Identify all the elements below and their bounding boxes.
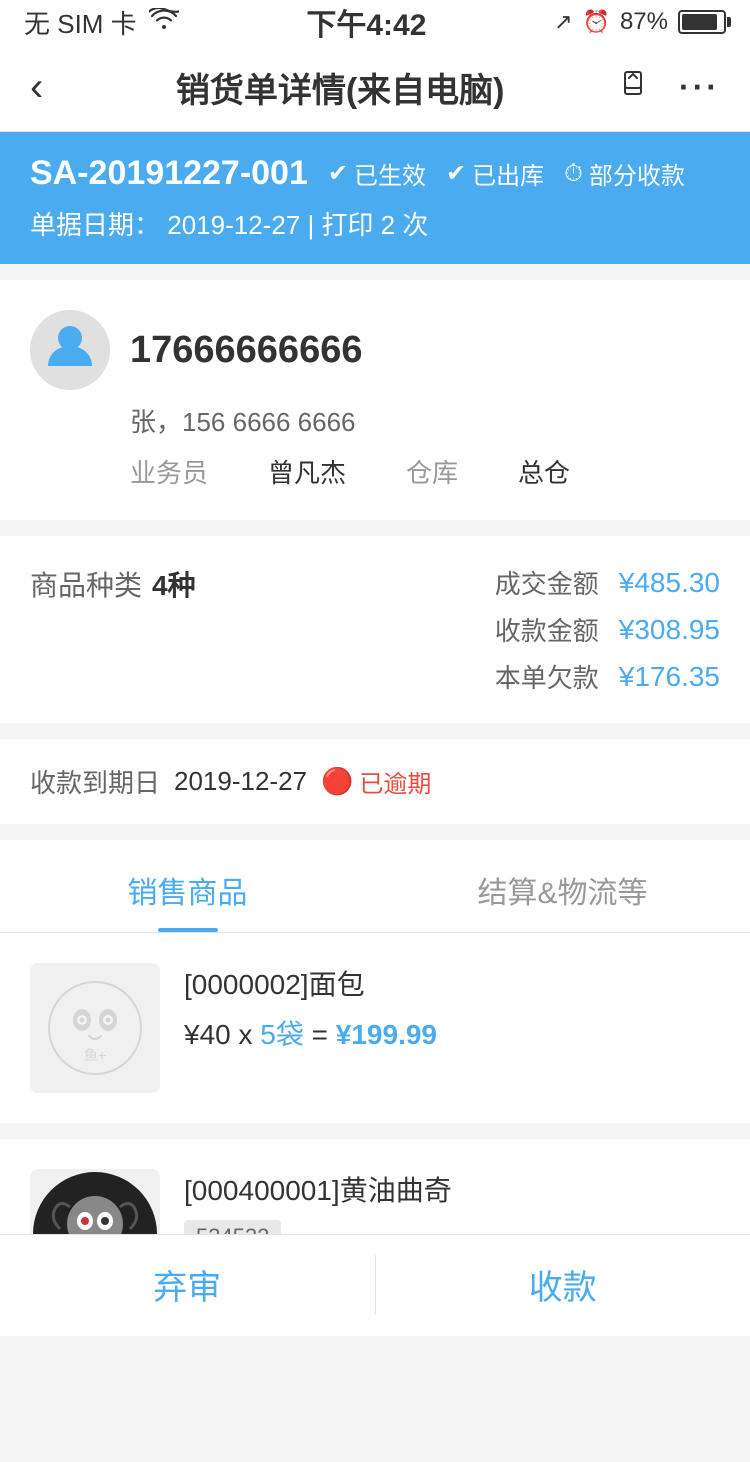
product-price-1: ¥40 x 5袋 = ¥199.99 [184,1013,720,1053]
order-header: SA-20191227-001 ✔ 已生效 ✔ 已出库 ⏱ 部分收款 单据日期：… [0,132,750,264]
overdue-date: 2019-12-27 [174,766,307,797]
location-icon: ↗ [554,9,572,35]
customer-name: 张，156 6666 6666 [30,402,720,439]
sales-label: 业务员 [130,453,208,490]
receive-amount-label: 收款金额 [495,611,599,648]
status-right: ↗ ⏰ 87% [554,8,726,36]
stats-right: 成交金额 ¥485.30 收款金额 ¥308.95 本单欠款 ¥176.35 [495,564,720,695]
customer-phone: 17666666666 [130,329,362,372]
check-icon-1: ✔ [328,159,348,188]
nav-right: ··· [617,68,720,108]
date-label: 单据日期： [30,210,160,240]
overdue-icon: 🔴 [321,766,353,797]
tab-settlement[interactable]: 结算&物流等 [375,840,750,932]
back-button[interactable]: ‹ [30,55,63,120]
overdue-text: 已逾期 [359,764,431,799]
product-name-1: [0000002]面包 [184,963,720,1003]
product-name-2: [000400001]黄油曲奇 [184,1169,720,1209]
status-shipped: ✔ 已出库 [446,156,544,191]
nav-bar: ‹ 销货单详情(来自电脑) ··· [0,44,750,132]
stats-left: 商品种类 4种 [30,564,196,604]
confirm-button[interactable]: 收款 [376,1235,750,1334]
customer-section: 17666666666 张，156 6666 6666 业务员 曾凡杰 仓库 总… [0,280,750,520]
overdue-section: 收款到期日 2019-12-27 🔴 已逾期 [0,739,750,824]
avatar-icon [42,316,98,384]
clock-icon: ⏱ [564,160,583,188]
customer-info-row: 业务员 曾凡杰 仓库 总仓 [30,453,720,490]
owed-amount: ¥176.35 [619,661,720,693]
time-label: 下午4:42 [306,0,426,44]
status-left: 无 SIM 卡 [24,4,179,41]
owed-amount-row: 本单欠款 ¥176.35 [495,658,720,695]
carrier-label: 无 SIM 卡 [24,4,137,41]
order-date: 2019-12-27 [167,210,300,240]
more-icon[interactable]: ··· [679,69,720,106]
order-date-row: 单据日期： 2019-12-27 | 打印 2 次 [30,205,720,242]
receive-amount: ¥308.95 [619,614,720,646]
wifi-icon [149,8,179,36]
tab-sales[interactable]: 销售商品 [0,840,375,932]
check-icon-2: ✔ [446,159,466,188]
status-bar: 无 SIM 卡 下午4:42 ↗ ⏰ 87% [0,0,750,44]
deal-amount-row: 成交金额 ¥485.30 [495,564,720,601]
status-effected: ✔ 已生效 [328,156,426,191]
overdue-label: 收款到期日 [30,763,160,800]
receive-amount-row: 收款金额 ¥308.95 [495,611,720,648]
product-type-count: 4种 [152,564,196,604]
product-type-item: 商品种类 4种 [30,564,196,604]
stats-section: 商品种类 4种 成交金额 ¥485.30 收款金额 ¥308.95 本单欠款 ¥… [0,536,750,723]
deal-amount: ¥485.30 [619,567,720,599]
page-title: 销货单详情(来自电脑) [63,63,617,112]
battery-icon [678,10,726,34]
print-info: | 打印 2 次 [307,210,428,240]
overdue-badge: 🔴 已逾期 [321,764,431,799]
product-type-label: 商品种类 [30,564,142,604]
product-thumb-1: 鱼+ [30,963,160,1093]
tabs-section: 销售商品 结算&物流等 [0,840,750,933]
order-id: SA-20191227-001 [30,154,308,193]
status-partial: ⏱ 部分收款 [564,156,685,191]
share-icon[interactable] [617,68,649,108]
product-info-1: [0000002]面包 ¥40 x 5袋 = ¥199.99 [184,963,720,1053]
warehouse-label: 仓库 [406,453,458,490]
cancel-button[interactable]: 弃审 [0,1235,375,1334]
sales-name: 曾凡杰 [268,453,346,490]
battery-percent: 87% [620,8,668,36]
tabs-row: 销售商品 结算&物流等 [0,840,750,932]
svg-text:鱼+: 鱼+ [84,1047,106,1063]
bottom-bar: 弃审 收款 [0,1234,750,1334]
list-item: 鱼+ [0000002]面包 ¥40 x 5袋 = ¥199.99 [0,933,750,1123]
owed-amount-label: 本单欠款 [495,658,599,695]
avatar [30,310,110,390]
alarm-icon: ⏰ [583,9,610,35]
deal-amount-label: 成交金额 [495,564,599,601]
warehouse-name: 总仓 [518,453,570,490]
